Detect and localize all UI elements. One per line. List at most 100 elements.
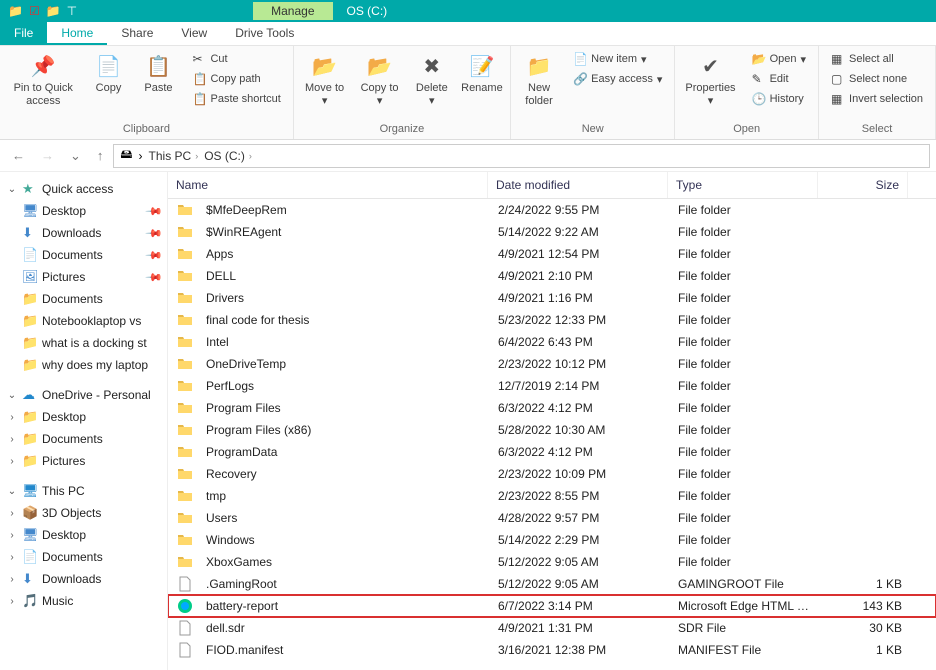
tab-file[interactable]: File: [0, 22, 47, 45]
folder-icon: [176, 334, 194, 350]
new-item-button[interactable]: 📄New item ▾: [569, 50, 666, 68]
nav-item[interactable]: ›📁Desktop: [0, 406, 167, 428]
rename-button[interactable]: 📝Rename: [458, 48, 506, 99]
column-date[interactable]: Date modified: [488, 172, 668, 198]
qat-overflow-icon[interactable]: ⊤: [67, 4, 77, 18]
file-row[interactable]: PerfLogs12/7/2019 2:14 PMFile folder: [168, 375, 936, 397]
copy-to-button[interactable]: 📂Copy to ▾: [353, 48, 405, 112]
select-all-button[interactable]: ▦Select all: [827, 50, 927, 68]
quick-access-section[interactable]: ⌄★Quick access: [0, 178, 167, 200]
file-row[interactable]: ProgramData6/3/2022 4:12 PMFile folder: [168, 441, 936, 463]
file-row[interactable]: DELL4/9/2021 2:10 PMFile folder: [168, 265, 936, 287]
nav-item[interactable]: ›📄Documents: [0, 546, 167, 568]
tab-share[interactable]: Share: [107, 22, 167, 45]
nav-item[interactable]: 🖼Pictures📌: [0, 266, 167, 288]
onedrive-section[interactable]: ⌄☁OneDrive - Personal: [0, 384, 167, 406]
nav-item[interactable]: 🖥Desktop📌: [0, 200, 167, 222]
address-bar[interactable]: 🖴 › This PC› OS (C:)›: [113, 144, 930, 168]
paste-button[interactable]: 📋Paste: [134, 48, 182, 99]
nav-item[interactable]: ⬇Downloads📌: [0, 222, 167, 244]
tab-view[interactable]: View: [167, 22, 221, 45]
file-date: 6/3/2022 4:12 PM: [490, 399, 670, 417]
delete-button[interactable]: ✖Delete ▾: [408, 48, 456, 112]
contextual-tab-manage[interactable]: Manage: [253, 2, 332, 20]
open-button[interactable]: 📂Open ▾: [748, 50, 810, 68]
properties-button[interactable]: ✔Properties ▾: [679, 48, 741, 112]
file-row[interactable]: Windows5/14/2022 2:29 PMFile folder: [168, 529, 936, 551]
back-button[interactable]: ←: [6, 144, 31, 167]
nav-item[interactable]: 📁Notebooklaptop vs: [0, 310, 167, 332]
folder-icon: [176, 224, 194, 240]
file-date: 6/7/2022 3:14 PM: [490, 597, 670, 615]
nav-item[interactable]: ›📁Documents: [0, 428, 167, 450]
nav-item[interactable]: 📁why does my laptop: [0, 354, 167, 376]
file-type: File folder: [670, 333, 820, 351]
file-size: [820, 384, 910, 388]
file-row[interactable]: .GamingRoot5/12/2022 9:05 AMGAMINGROOT F…: [168, 573, 936, 595]
breadcrumb-this-pc[interactable]: This PC›: [149, 149, 199, 163]
file-size: [820, 362, 910, 366]
nav-item[interactable]: ›🎵Music: [0, 590, 167, 612]
nav-item[interactable]: 📄Documents📌: [0, 244, 167, 266]
edit-button[interactable]: ✎Edit: [748, 70, 810, 88]
file-row[interactable]: Drivers4/9/2021 1:16 PMFile folder: [168, 287, 936, 309]
file-row[interactable]: tmp2/23/2022 8:55 PMFile folder: [168, 485, 936, 507]
file-row[interactable]: FIOD.manifest3/16/2021 12:38 PMMANIFEST …: [168, 639, 936, 661]
qat-check-icon[interactable]: ☑: [29, 4, 40, 18]
file-row[interactable]: Intel6/4/2022 6:43 PMFile folder: [168, 331, 936, 353]
pin-to-quick-access-button[interactable]: 📌Pin to Quick access: [4, 48, 82, 112]
forward-button[interactable]: →: [35, 144, 60, 167]
nav-item[interactable]: ›📦3D Objects: [0, 502, 167, 524]
invert-selection-button[interactable]: ▦Invert selection: [827, 90, 927, 108]
file-size: [820, 252, 910, 256]
copy-path-button[interactable]: 📋Copy path: [188, 70, 284, 88]
new-folder-button[interactable]: 📁New folder: [515, 48, 563, 112]
folder-icon: 📁: [22, 409, 38, 425]
file-row[interactable]: battery-report6/7/2022 3:14 PMMicrosoft …: [168, 595, 936, 617]
file-size: [820, 450, 910, 454]
folder-icon: 📦: [22, 505, 38, 521]
column-name[interactable]: Name: [168, 172, 488, 198]
nav-item[interactable]: ›🖥Desktop: [0, 524, 167, 546]
file-row[interactable]: Program Files6/3/2022 4:12 PMFile folder: [168, 397, 936, 419]
paste-shortcut-button[interactable]: 📋Paste shortcut: [188, 90, 284, 108]
copy-button[interactable]: 📄Copy: [84, 48, 132, 99]
column-type[interactable]: Type: [668, 172, 818, 198]
file-row[interactable]: Apps4/9/2021 12:54 PMFile folder: [168, 243, 936, 265]
cut-button[interactable]: ✂Cut: [188, 50, 284, 68]
column-size[interactable]: Size: [818, 172, 908, 198]
nav-item[interactable]: 📁what is a docking st: [0, 332, 167, 354]
qat-folder-icon[interactable]: 📁: [8, 4, 23, 18]
file-row[interactable]: Users4/28/2022 9:57 PMFile folder: [168, 507, 936, 529]
file-row[interactable]: $WinREAgent5/14/2022 9:22 AMFile folder: [168, 221, 936, 243]
nav-item[interactable]: 📁Documents: [0, 288, 167, 310]
folder-icon: 📄: [22, 549, 38, 565]
scissors-icon: ✂: [192, 52, 206, 66]
file-type: File folder: [670, 531, 820, 549]
recent-button[interactable]: ⌄: [64, 144, 87, 168]
easy-access-button[interactable]: 🔗Easy access ▾: [569, 70, 666, 88]
file-row[interactable]: XboxGames5/12/2022 9:05 AMFile folder: [168, 551, 936, 573]
navigation-pane[interactable]: ⌄★Quick access 🖥Desktop📌⬇Downloads📌📄Docu…: [0, 172, 168, 670]
file-list[interactable]: Name Date modified Type Size $MfeDeepRem…: [168, 172, 936, 670]
file-size: 143 KB: [820, 597, 910, 615]
tab-drive-tools[interactable]: Drive Tools: [221, 22, 308, 45]
breadcrumb-os-c[interactable]: OS (C:)›: [204, 149, 252, 163]
file-row[interactable]: $MfeDeepRem2/24/2022 9:55 PMFile folder: [168, 199, 936, 221]
file-row[interactable]: dell.sdr4/9/2021 1:31 PMSDR File30 KB: [168, 617, 936, 639]
qat-folder2-icon[interactable]: 📁: [46, 4, 61, 18]
file-row[interactable]: final code for thesis5/23/2022 12:33 PMF…: [168, 309, 936, 331]
tab-home[interactable]: Home: [47, 22, 107, 45]
file-row[interactable]: OneDriveTemp2/23/2022 10:12 PMFile folde…: [168, 353, 936, 375]
this-pc-section[interactable]: ⌄🖥This PC: [0, 480, 167, 502]
select-none-button[interactable]: ▢Select none: [827, 70, 927, 88]
edit-icon: ✎: [752, 72, 766, 86]
file-row[interactable]: Recovery2/23/2022 10:09 PMFile folder: [168, 463, 936, 485]
nav-item[interactable]: ›⬇Downloads: [0, 568, 167, 590]
history-button[interactable]: 🕒History: [748, 90, 810, 108]
up-button[interactable]: ↑: [91, 144, 110, 167]
nav-item[interactable]: ›📁Pictures: [0, 450, 167, 472]
file-row[interactable]: Program Files (x86)5/28/2022 10:30 AMFil…: [168, 419, 936, 441]
file-type: File folder: [670, 223, 820, 241]
move-to-button[interactable]: 📂Move to ▾: [298, 48, 352, 112]
